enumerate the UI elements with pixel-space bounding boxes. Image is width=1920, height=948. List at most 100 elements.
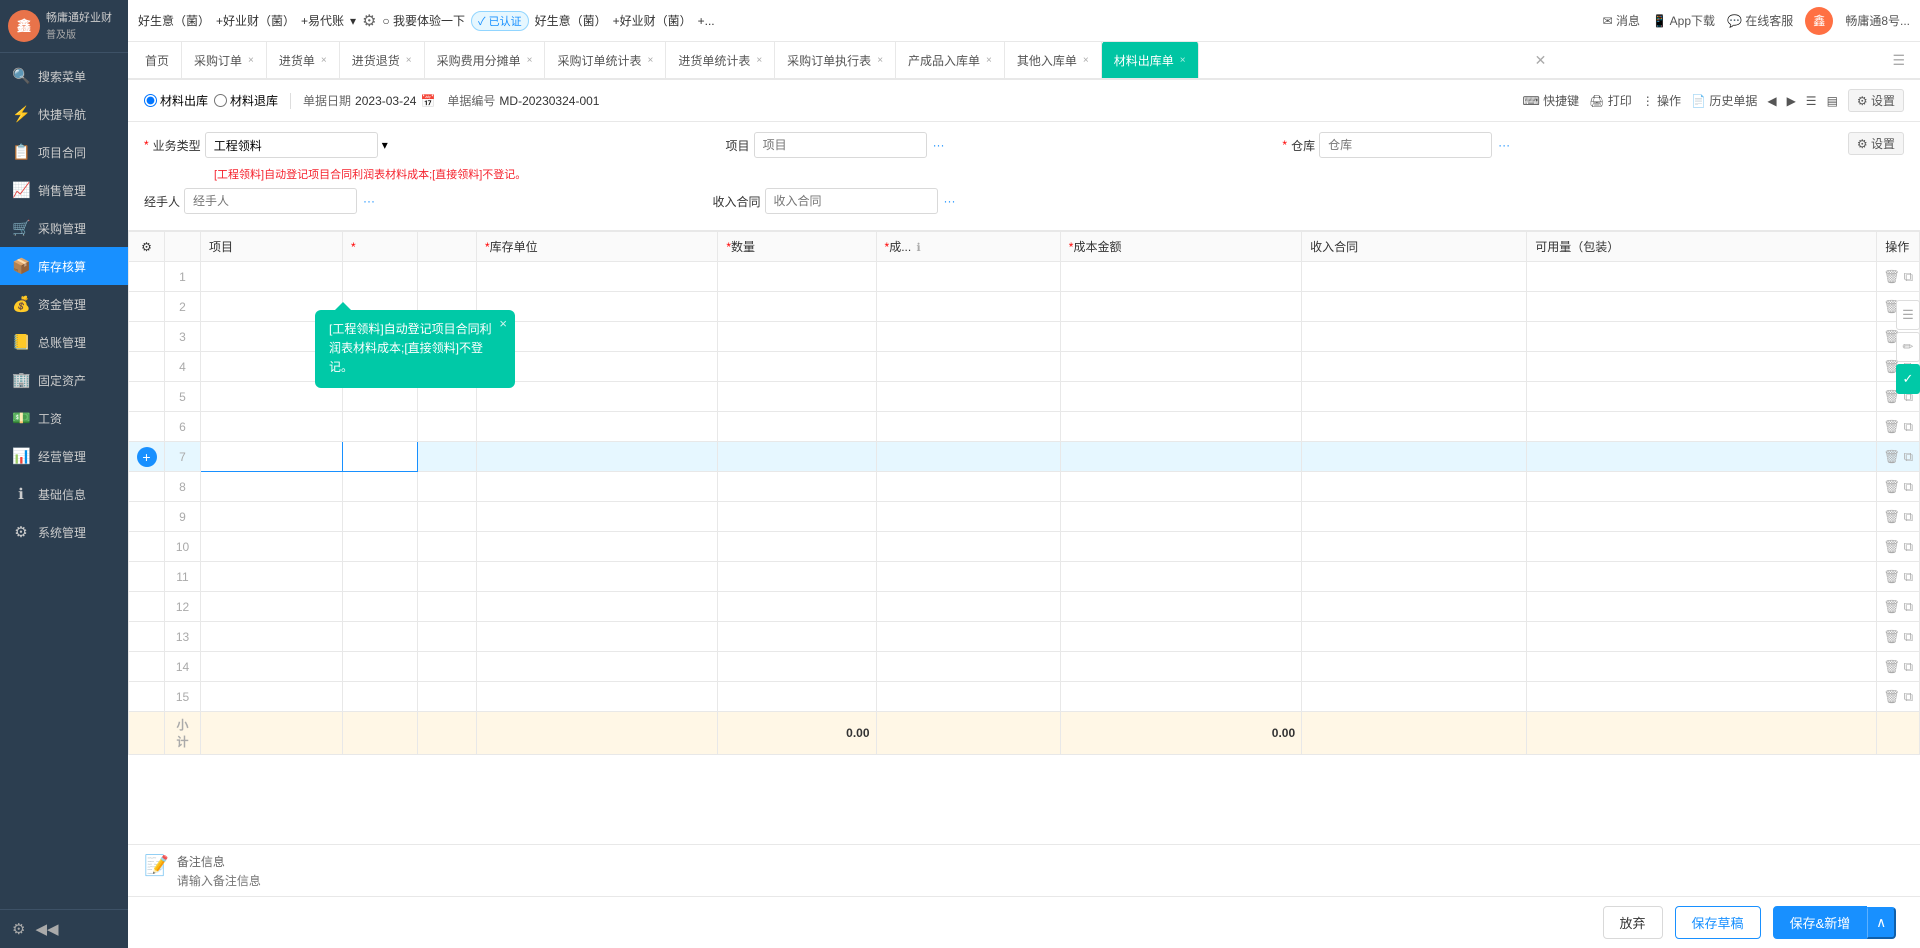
settings-bottom-icon[interactable]: ⚙ bbox=[12, 920, 25, 938]
cell-qty[interactable] bbox=[718, 652, 876, 682]
col-settings[interactable]: ⚙ bbox=[129, 232, 165, 262]
cell-qty[interactable] bbox=[718, 382, 876, 412]
cell-unit[interactable] bbox=[476, 532, 717, 562]
cell-income_contract[interactable] bbox=[1302, 472, 1527, 502]
project-input[interactable] bbox=[754, 132, 927, 158]
nav-link-haoye2[interactable]: +好业财（菌） bbox=[613, 12, 692, 29]
cell-material[interactable] bbox=[343, 442, 418, 472]
cell-qty[interactable] bbox=[718, 442, 876, 472]
cell-material[interactable] bbox=[343, 562, 418, 592]
nav-next-icon[interactable]: ▶ bbox=[1787, 94, 1796, 108]
tab-close-icon[interactable]: × bbox=[406, 55, 412, 66]
date-value[interactable]: 2023-03-24 bbox=[355, 94, 416, 108]
cell-project[interactable] bbox=[201, 682, 343, 712]
save-new-main-button[interactable]: 保存&新增 bbox=[1773, 906, 1868, 939]
cell-cost_amount[interactable] bbox=[1060, 682, 1301, 712]
cell-spec[interactable] bbox=[418, 562, 477, 592]
view-detail-icon[interactable]: ▤ bbox=[1827, 94, 1838, 108]
sidebar-item-sales[interactable]: 📈 销售管理 bbox=[0, 171, 128, 209]
remark-input[interactable] bbox=[177, 874, 1904, 888]
income-contract-input[interactable] bbox=[765, 188, 938, 214]
cell-cost_amount[interactable] bbox=[1060, 412, 1301, 442]
cell-qty[interactable] bbox=[718, 262, 876, 292]
radio-out-input[interactable] bbox=[144, 94, 157, 107]
operation-link[interactable]: ⋮ 操作 bbox=[1642, 92, 1681, 109]
cell-spec[interactable] bbox=[418, 532, 477, 562]
sidebar-item-search[interactable]: 🔍 搜索菜单 bbox=[0, 57, 128, 95]
cell-cost_amount[interactable] bbox=[1060, 562, 1301, 592]
save-draft-button[interactable]: 保存草稿 bbox=[1675, 906, 1761, 939]
save-new-dropdown-button[interactable]: ∧ bbox=[1867, 907, 1896, 939]
cell-spec[interactable] bbox=[418, 412, 477, 442]
cell-income_contract[interactable] bbox=[1302, 292, 1527, 322]
sidebar-item-purchase[interactable]: 🛒 采购管理 bbox=[0, 209, 128, 247]
cell-spec[interactable] bbox=[418, 682, 477, 712]
copy-icon[interactable]: ⧉ bbox=[1904, 509, 1913, 525]
shortcut-link[interactable]: ⌨ 快捷键 bbox=[1522, 92, 1579, 109]
cell-spec[interactable] bbox=[418, 652, 477, 682]
cell-available[interactable] bbox=[1527, 502, 1877, 532]
cell-cost[interactable] bbox=[876, 562, 1060, 592]
right-icon-1[interactable]: ☰ bbox=[1896, 300, 1920, 330]
project-link-icon[interactable]: ··· bbox=[933, 138, 945, 152]
tab-purchase-return[interactable]: 进货退货 × bbox=[340, 42, 425, 79]
tab-purchase-stats[interactable]: 采购订单统计表 × bbox=[545, 42, 666, 79]
cell-material[interactable] bbox=[343, 532, 418, 562]
tab-close-icon[interactable]: × bbox=[248, 55, 254, 66]
nav-experience-link[interactable]: ○ 我要体验一下 bbox=[382, 12, 465, 29]
cell-cost_amount[interactable] bbox=[1060, 652, 1301, 682]
copy-icon[interactable]: ⧉ bbox=[1904, 419, 1913, 435]
cell-spec[interactable] bbox=[418, 262, 477, 292]
cell-available[interactable] bbox=[1527, 532, 1877, 562]
cell-material[interactable] bbox=[343, 472, 418, 502]
sidebar-item-assets[interactable]: 🏢 固定资产 bbox=[0, 361, 128, 399]
warehouse-input[interactable] bbox=[1319, 132, 1492, 158]
cell-cost[interactable] bbox=[876, 622, 1060, 652]
delete-icon[interactable]: 🗑 bbox=[1883, 689, 1900, 705]
message-link[interactable]: ✉ 消息 bbox=[1603, 12, 1640, 29]
nav-dropdown-btn[interactable]: ▾ bbox=[350, 14, 356, 28]
cell-available[interactable] bbox=[1527, 442, 1877, 472]
topbar-settings-icon[interactable]: ⚙ bbox=[362, 11, 376, 31]
cell-income_contract[interactable] bbox=[1302, 652, 1527, 682]
copy-icon[interactable]: ⧉ bbox=[1904, 569, 1913, 585]
delete-icon[interactable]: 🗑 bbox=[1883, 629, 1900, 645]
delete-icon[interactable]: 🗑 bbox=[1883, 569, 1900, 585]
cell-income_contract[interactable] bbox=[1302, 442, 1527, 472]
collapse-icon[interactable]: ◀◀ bbox=[35, 920, 58, 938]
cell-available[interactable] bbox=[1527, 322, 1877, 352]
cell-available[interactable] bbox=[1527, 622, 1877, 652]
tabs-close-all-icon[interactable]: ✕ bbox=[1525, 52, 1557, 69]
cell-qty[interactable] bbox=[718, 352, 876, 382]
sidebar-item-ledger[interactable]: 📒 总账管理 bbox=[0, 323, 128, 361]
sidebar-item-system[interactable]: ⚙ 系统管理 bbox=[0, 513, 128, 551]
cell-unit[interactable] bbox=[476, 592, 717, 622]
cell-cost[interactable] bbox=[876, 352, 1060, 382]
cell-unit[interactable] bbox=[476, 652, 717, 682]
delete-icon[interactable]: 🗑 bbox=[1883, 599, 1900, 615]
tooltip-close-icon[interactable]: × bbox=[499, 314, 507, 335]
delete-icon[interactable]: 🗑 bbox=[1883, 449, 1900, 465]
cell-available[interactable] bbox=[1527, 382, 1877, 412]
cell-unit[interactable] bbox=[476, 472, 717, 502]
setting-button[interactable]: ⚙ 设置 bbox=[1848, 89, 1904, 112]
cell-unit[interactable] bbox=[476, 682, 717, 712]
cell-cost[interactable] bbox=[876, 592, 1060, 622]
cell-unit[interactable] bbox=[476, 262, 717, 292]
cell-available[interactable] bbox=[1527, 352, 1877, 382]
cell-spec[interactable] bbox=[418, 592, 477, 622]
cell-available[interactable] bbox=[1527, 592, 1877, 622]
cell-income_contract[interactable] bbox=[1302, 532, 1527, 562]
copy-icon[interactable]: ⧉ bbox=[1904, 599, 1913, 615]
cell-qty[interactable] bbox=[718, 682, 876, 712]
cell-qty[interactable] bbox=[718, 292, 876, 322]
tab-purchase-order[interactable]: 采购订单 × bbox=[182, 42, 267, 79]
cell-spec[interactable] bbox=[418, 472, 477, 502]
cell-income_contract[interactable] bbox=[1302, 622, 1527, 652]
cell-material[interactable] bbox=[343, 262, 418, 292]
app-download-link[interactable]: 📱 App下载 bbox=[1652, 12, 1715, 29]
copy-icon[interactable]: ⧉ bbox=[1904, 449, 1913, 465]
business-type-input[interactable] bbox=[205, 132, 378, 158]
cell-qty[interactable] bbox=[718, 412, 876, 442]
cell-available[interactable] bbox=[1527, 562, 1877, 592]
